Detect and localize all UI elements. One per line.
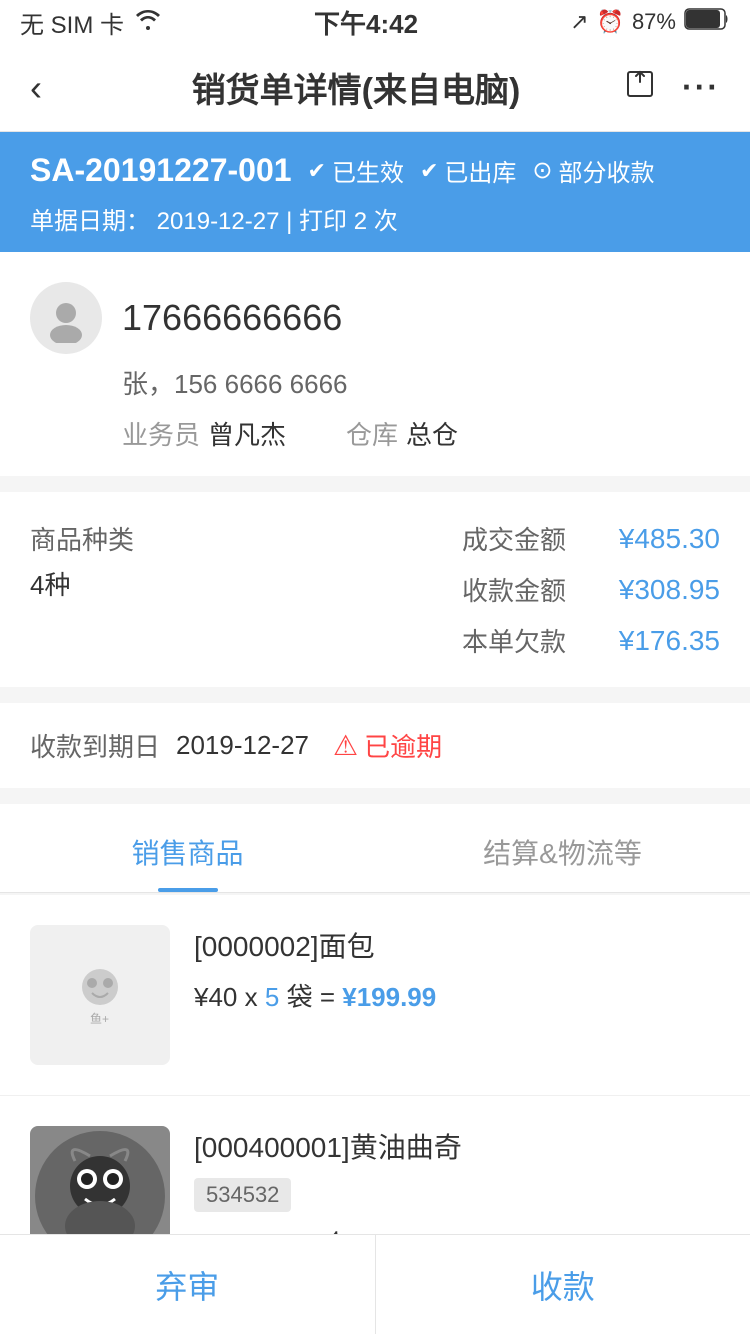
owed-label: 本单欠款 xyxy=(446,622,566,659)
status-partial-paid: ⊙ 部分收款 xyxy=(532,153,654,188)
alarm-icon: ⏰ xyxy=(597,9,624,35)
svg-text:鱼+: 鱼+ xyxy=(90,1012,109,1026)
sales-name: 曾凡杰 xyxy=(208,415,286,452)
avatar xyxy=(30,282,102,354)
order-id-row: SA-20191227-001 ✔ 已生效 ✔ 已出库 ⊙ 部分收款 xyxy=(30,152,720,189)
order-date-row: 单据日期： 2019-12-27 | 打印 2 次 xyxy=(30,201,720,236)
more-icon[interactable]: ··· xyxy=(682,69,720,106)
order-id: SA-20191227-001 xyxy=(30,152,292,189)
received-label: 收款金额 xyxy=(446,571,566,608)
warehouse-name: 总仓 xyxy=(406,415,458,452)
nav-bar: ‹ 销货单详情(来自电脑) ··· xyxy=(0,44,750,132)
product-tag-2: 534532 xyxy=(194,1178,291,1212)
stats-left: 商品种类 4种 xyxy=(30,520,134,602)
location-icon: ↗ xyxy=(570,9,588,35)
tab-settlement[interactable]: 结算&物流等 xyxy=(375,804,750,892)
wifi-icon xyxy=(134,8,162,37)
clock-icon: ⊙ xyxy=(532,156,552,185)
product-type-count: 4种 xyxy=(30,565,134,602)
received-row: 收款金额 ¥308.95 xyxy=(446,571,720,608)
due-date: 2019-12-27 xyxy=(176,730,309,761)
status-bar: 无 SIM 卡 下午4:42 ↗ ⏰ 87% xyxy=(0,0,750,44)
sales-label: 业务员 xyxy=(122,415,200,452)
product-image-1: 鱼+ xyxy=(30,925,170,1065)
amount-value: ¥485.30 xyxy=(590,523,720,555)
nav-actions: ··· xyxy=(622,66,720,110)
list-item: 鱼+ [0000002]面包 ¥40 x 5 袋 = ¥199.99 xyxy=(0,895,750,1096)
overdue-icon: ⚠ xyxy=(333,729,358,762)
due-date-section: 收款到期日 2019-12-27 ⚠ 已逾期 xyxy=(0,703,750,788)
time-display: 下午4:42 xyxy=(314,4,418,41)
stats-right: 成交金额 ¥485.30 收款金额 ¥308.95 本单欠款 ¥176.35 xyxy=(446,520,720,659)
customer-section: 17666666666 张，156 6666 6666 业务员 曾凡杰 仓库 总… xyxy=(0,252,750,476)
customer-username: 17666666666 xyxy=(122,297,342,339)
product-type-label: 商品种类 xyxy=(30,520,134,557)
product-tabs: 销售商品 结算&物流等 xyxy=(0,804,750,893)
owed-row: 本单欠款 ¥176.35 xyxy=(446,622,720,659)
stats-section: 商品种类 4种 成交金额 ¥485.30 收款金额 ¥308.95 本单欠款 ¥… xyxy=(0,492,750,687)
customer-name-row: 17666666666 xyxy=(30,282,720,354)
received-value: ¥308.95 xyxy=(590,574,720,606)
product-name-1: [0000002]面包 xyxy=(194,925,720,965)
share-icon[interactable] xyxy=(622,66,658,110)
due-label: 收款到期日 xyxy=(30,727,160,764)
overdue-text: 已逾期 xyxy=(364,727,442,764)
cancel-review-button[interactable]: 弃审 xyxy=(0,1235,376,1334)
header-banner: SA-20191227-001 ✔ 已生效 ✔ 已出库 ⊙ 部分收款 单据日期：… xyxy=(0,132,750,252)
tab-sales-product[interactable]: 销售商品 xyxy=(0,804,375,892)
status-effective: ✔ 已生效 xyxy=(308,153,404,188)
check-icon-1: ✔ xyxy=(308,158,326,184)
page-title: 销货单详情(来自电脑) xyxy=(192,63,521,112)
check-icon-2: ✔ xyxy=(420,158,438,184)
product-price-1: ¥40 x 5 袋 = ¥199.99 xyxy=(194,977,720,1014)
owed-value: ¥176.35 xyxy=(590,625,720,657)
overdue-badge: ⚠ 已逾期 xyxy=(333,727,442,764)
product-total-1: ¥199.99 xyxy=(342,982,436,1012)
bottom-actions: 弃审 收款 xyxy=(0,1234,750,1334)
carrier-label: 无 SIM 卡 xyxy=(20,5,124,40)
product-name-2: [000400001]黄油曲奇 xyxy=(194,1126,720,1166)
amount-label: 成交金额 xyxy=(446,520,566,557)
back-button[interactable]: ‹ xyxy=(30,67,90,109)
collect-button[interactable]: 收款 xyxy=(376,1235,750,1334)
customer-contact: 张，156 6666 6666 xyxy=(122,364,720,401)
amount-row: 成交金额 ¥485.30 xyxy=(446,520,720,557)
status-shipped: ✔ 已出库 xyxy=(420,153,516,188)
battery-level: 87% xyxy=(632,9,676,35)
battery-icon xyxy=(684,8,730,36)
customer-meta: 业务员 曾凡杰 仓库 总仓 xyxy=(122,415,720,452)
product-info-1: [0000002]面包 ¥40 x 5 袋 = ¥199.99 xyxy=(194,925,720,1014)
product-qty-1: 5 xyxy=(265,982,279,1012)
status-left: 无 SIM 卡 xyxy=(20,5,162,40)
warehouse-label: 仓库 xyxy=(346,415,398,452)
status-right: ↗ ⏰ 87% xyxy=(570,8,730,36)
